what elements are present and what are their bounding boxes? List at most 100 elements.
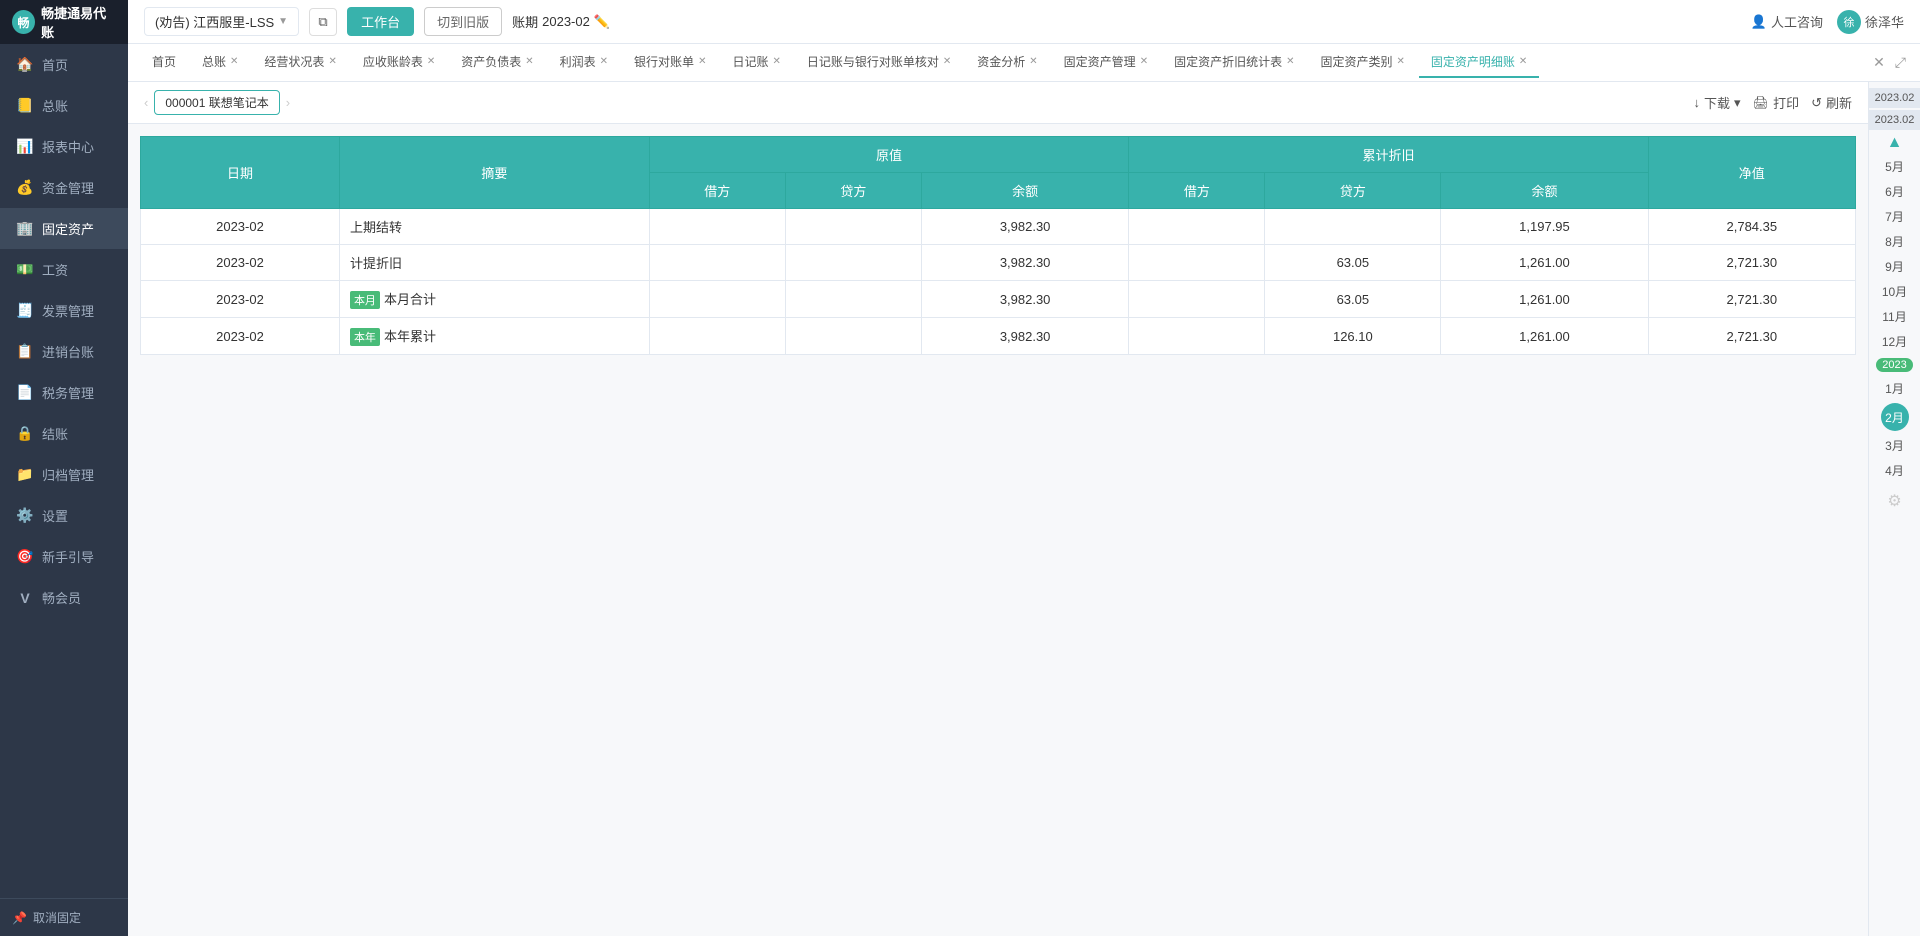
cell-net-value: 2,721.30 [1648, 245, 1855, 281]
tab-fixed-category-close[interactable]: ✕ [1397, 56, 1405, 67]
tab-balance-sheet[interactable]: 资产负债表 ✕ [449, 47, 545, 78]
tab-business-status[interactable]: 经营状况表 ✕ [252, 47, 348, 78]
scroll-up-btn[interactable]: ▲ [1887, 132, 1903, 154]
tab-ledger-label: 总账 [202, 53, 226, 70]
work-table-button[interactable]: 工作台 [347, 7, 414, 36]
sidebar-item-funds[interactable]: 💰 资金管理 [0, 167, 128, 208]
tab-depreciation-stats-label: 固定资产折旧统计表 [1174, 53, 1282, 70]
month-11[interactable]: 11月 [1869, 304, 1920, 329]
tabbar: 首页 总账 ✕ 经营状况表 ✕ 应收账龄表 ✕ 资产负债表 ✕ 利润表 ✕ 银行… [128, 44, 1920, 82]
sidebar-item-settings[interactable]: ⚙️ 设置 [0, 495, 128, 536]
tab-bank-statement[interactable]: 银行对账单 ✕ [622, 47, 718, 78]
tab-receivables-close[interactable]: ✕ [427, 56, 435, 67]
month-6[interactable]: 6月 [1869, 179, 1920, 204]
sidebar-item-ledger[interactable]: 📒 总账 [0, 85, 128, 126]
tab-journal-bank-label: 日记账与银行对账单核对 [807, 53, 939, 70]
copy-button[interactable]: ⧉ [309, 8, 337, 36]
tab-bank-statement-label: 银行对账单 [634, 53, 694, 70]
tab-depreciation-stats-close[interactable]: ✕ [1286, 56, 1294, 67]
sidebar-item-fixed-assets[interactable]: 🏢 固定资产 [0, 208, 128, 249]
period-edit-icon[interactable]: ✏️ [594, 14, 610, 30]
month-3[interactable]: 3月 [1869, 433, 1920, 458]
print-button[interactable]: 🖨 打印 [1753, 93, 1800, 112]
cell-accum-credit: 63.05 [1265, 245, 1441, 281]
tab-profit-close[interactable]: ✕ [600, 56, 608, 67]
sidebar-item-tax[interactable]: 📄 税务管理 [0, 372, 128, 413]
sidebar-item-payroll[interactable]: 💵 工资 [0, 249, 128, 290]
cell-orig-balance: 3,982.30 [921, 281, 1128, 318]
month-5[interactable]: 5月 [1869, 154, 1920, 179]
month-9[interactable]: 9月 [1869, 254, 1920, 279]
sidebar-item-reports[interactable]: 📊 报表中心 [0, 126, 128, 167]
breadcrumb-item[interactable]: 000001 联想笔记本 [154, 90, 279, 115]
tab-fixed-category[interactable]: 固定资产类别 ✕ [1308, 47, 1416, 78]
sidebar-item-home[interactable]: 🏠 首页 [0, 44, 128, 85]
cell-accum-balance: 1,261.00 [1441, 281, 1648, 318]
tab-fixed-detail-close[interactable]: ✕ [1519, 56, 1527, 67]
cell-description: 计提折旧 [339, 245, 649, 281]
month-10[interactable]: 10月 [1869, 279, 1920, 304]
sidebar-nav: 🏠 首页 📒 总账 📊 报表中心 💰 资金管理 🏢 固定资产 💵 工资 🧾 发票… [0, 44, 128, 898]
refresh-button[interactable]: ↺ 刷新 [1811, 93, 1852, 112]
tab-fixed-mgmt-close[interactable]: ✕ [1140, 56, 1148, 67]
cell-accum-credit: 126.10 [1265, 318, 1441, 355]
sidebar-logo: 畅 畅捷通易代账 [0, 0, 128, 44]
tab-depreciation-stats[interactable]: 固定资产折旧统计表 ✕ [1162, 47, 1306, 78]
tab-journal-bank-close[interactable]: ✕ [943, 56, 951, 67]
tab-fixed-detail[interactable]: 固定资产明细账 ✕ [1419, 47, 1539, 78]
month-2-active[interactable]: 2月 [1881, 403, 1909, 431]
month-12[interactable]: 12月 [1869, 329, 1920, 354]
tab-fund-analysis-label: 资金分析 [977, 53, 1025, 70]
sidebar-item-label: 进销台账 [42, 342, 94, 361]
tab-ledger-close[interactable]: ✕ [230, 56, 238, 67]
tab-business-status-close[interactable]: ✕ [328, 56, 336, 67]
table-wrapper: 日期 摘要 原值 累计折旧 净值 借方 贷方 余额 借方 贷方 余额 [128, 124, 1868, 936]
service-button[interactable]: 👤 人工咨询 [1751, 12, 1823, 31]
panel-settings-icon[interactable]: ⚙ [1887, 487, 1901, 515]
prev-arrow[interactable]: ‹ [144, 95, 148, 110]
tab-home[interactable]: 首页 [140, 47, 188, 78]
company-selector[interactable]: (劝告) 江西服里-LSS ▼ [144, 7, 299, 36]
tab-balance-sheet-close[interactable]: ✕ [525, 56, 533, 67]
tab-bank-statement-close[interactable]: ✕ [698, 56, 706, 67]
tab-profit[interactable]: 利润表 ✕ [548, 47, 620, 78]
tab-journal-bank[interactable]: 日记账与银行对账单核对 ✕ [795, 47, 963, 78]
sidebar-item-close[interactable]: 🔒 结账 [0, 413, 128, 454]
month-4[interactable]: 4月 [1869, 458, 1920, 483]
tab-journal[interactable]: 日记账 ✕ [720, 47, 792, 78]
tab-fund-analysis-close[interactable]: ✕ [1029, 56, 1037, 67]
month-8[interactable]: 8月 [1869, 229, 1920, 254]
print-icon: 🖨 [1753, 95, 1770, 111]
tab-close-all-btn[interactable]: ✕ [1871, 52, 1887, 73]
tab-expand-btn[interactable]: ⤢ [1893, 52, 1908, 73]
tab-ledger[interactable]: 总账 ✕ [190, 47, 250, 78]
tab-receivables[interactable]: 应收账龄表 ✕ [351, 47, 447, 78]
period-display: 账期 2023-02 ✏️ [512, 12, 610, 31]
month-1[interactable]: 1月 [1869, 376, 1920, 401]
tab-journal-close[interactable]: ✕ [772, 56, 780, 67]
next-arrow[interactable]: › [286, 95, 290, 110]
settings-icon: ⚙️ [16, 507, 34, 524]
sidebar-item-label: 税务管理 [42, 383, 94, 402]
sidebar-item-invoice[interactable]: 🧾 发票管理 [0, 290, 128, 331]
month-7[interactable]: 7月 [1869, 204, 1920, 229]
sidebar-unpin-btn[interactable]: 📌 取消固定 [0, 898, 128, 936]
cell-description: 本月本月合计 [339, 281, 649, 318]
tab-balance-sheet-label: 资产负债表 [461, 53, 521, 70]
switch-old-button[interactable]: 切到旧版 [424, 7, 502, 36]
sidebar-item-label: 归档管理 [42, 465, 94, 484]
cell-accum-debit [1129, 245, 1265, 281]
right-panel: 2023.02 2023.02 ▲ 5月 6月 7月 8月 9月 10月 11月… [1868, 82, 1920, 936]
guide-icon: 🎯 [16, 548, 34, 565]
tab-fixed-mgmt[interactable]: 固定资产管理 ✕ [1052, 47, 1160, 78]
sub-nav: ‹ 000001 联想笔记本 › ↓ 下载 ▾ 🖨 打印 [128, 82, 1868, 124]
tab-fund-analysis[interactable]: 资金分析 ✕ [965, 47, 1049, 78]
sidebar-item-member[interactable]: V 畅会员 [0, 577, 128, 618]
sidebar-item-archive[interactable]: 📁 归档管理 [0, 454, 128, 495]
sidebar-item-sales-ledger[interactable]: 📋 进销台账 [0, 331, 128, 372]
sidebar-item-guide[interactable]: 🎯 新手引导 [0, 536, 128, 577]
download-button[interactable]: ↓ 下载 ▾ [1694, 93, 1741, 112]
table-row: 2023-02 本年本年累计 3,982.30 126.10 1,261.00 … [141, 318, 1856, 355]
cell-accum-balance: 1,261.00 [1441, 318, 1648, 355]
user-info[interactable]: 徐 徐泽华 [1837, 10, 1904, 34]
